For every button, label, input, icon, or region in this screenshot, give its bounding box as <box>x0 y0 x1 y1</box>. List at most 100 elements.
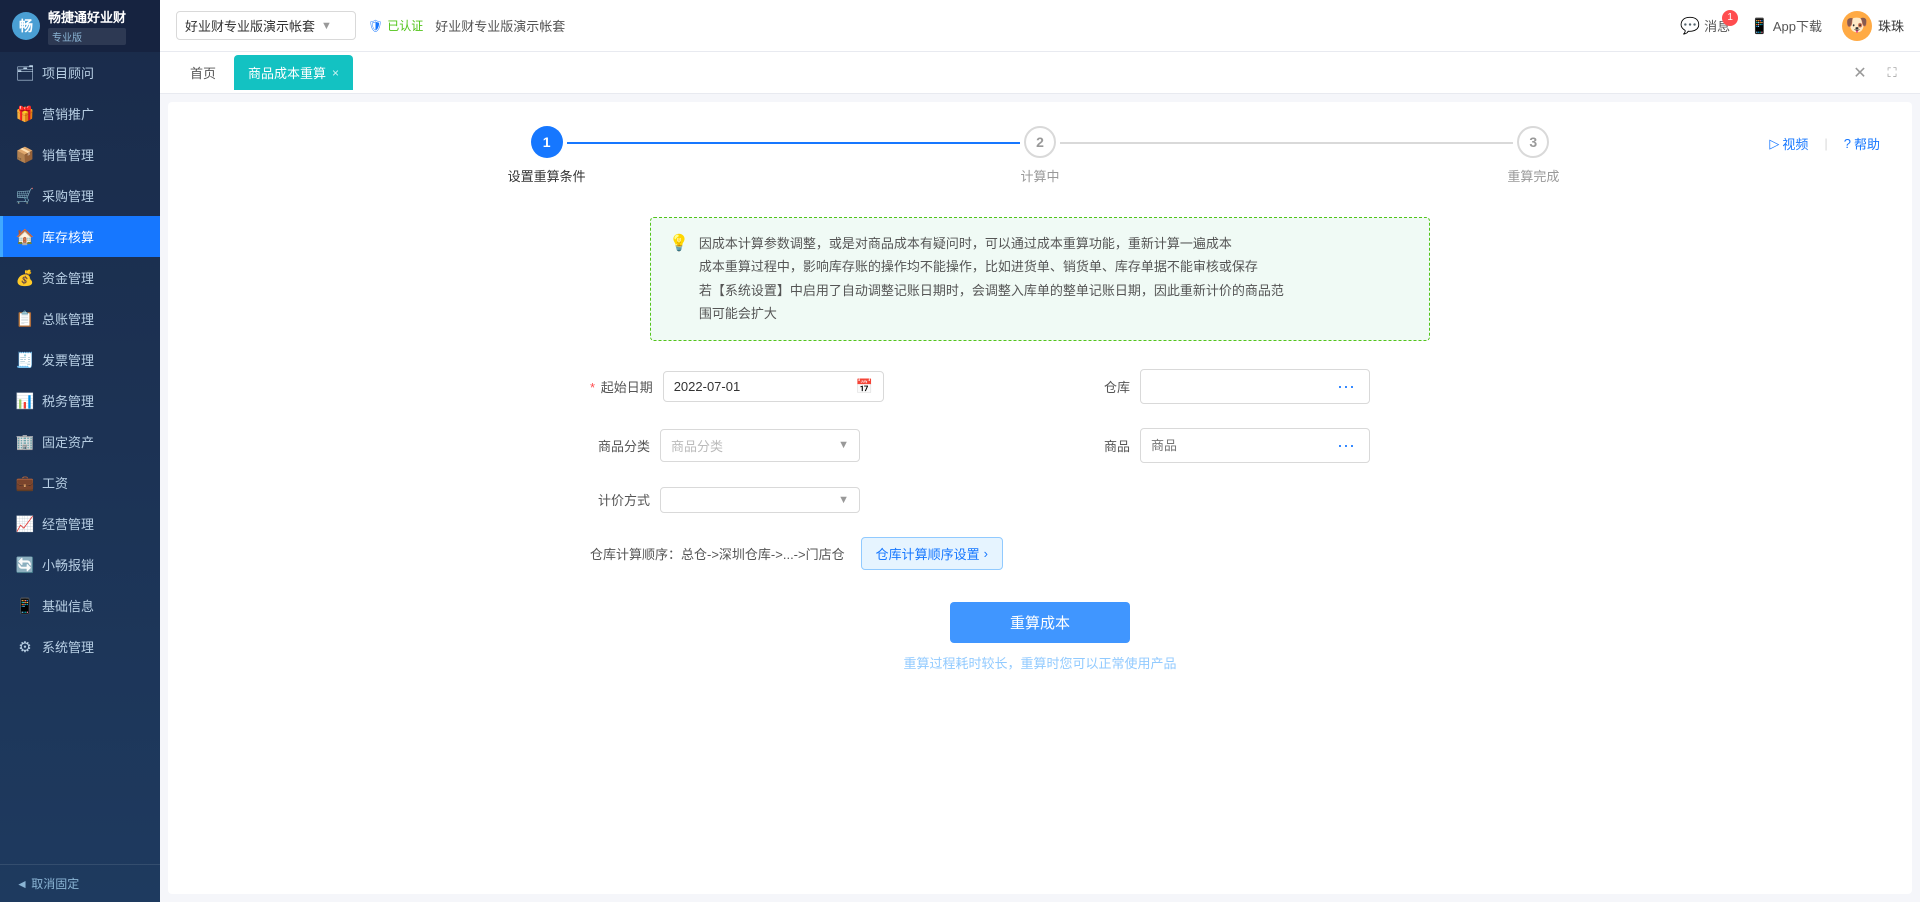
chevron-right-icon: › <box>984 546 988 561</box>
operation-icon: 📈 <box>16 515 34 533</box>
sidebar-item-system[interactable]: ⚙ 系统管理 <box>0 626 160 667</box>
sidebar-item-inventory[interactable]: 🏠 库存核算 <box>0 216 160 257</box>
goods-input[interactable] <box>1151 438 1327 453</box>
form-row-1: * 起始日期 📅 仓库 ··· <box>590 369 1490 404</box>
window-controls: ✕ ⛶ <box>1848 61 1904 85</box>
form-row-2: 商品分类 商品分类 ▼ 商品 ··· <box>590 428 1490 463</box>
goods-more-icon[interactable]: ··· <box>1333 435 1359 456</box>
sidebar-item-finance[interactable]: 💰 资金管理 <box>0 257 160 298</box>
app-download-button[interactable]: 📱 App下载 <box>1750 16 1822 35</box>
pricing-group: 计价方式 ▼ <box>590 487 1010 513</box>
calendar-icon[interactable]: 📅 <box>856 378 873 395</box>
tax-icon: 📊 <box>16 392 34 410</box>
category-placeholder: 商品分类 <box>671 436 723 455</box>
step-1: 1 设置重算条件 <box>300 126 793 185</box>
main-panel: 好业财专业版演示帐套 ▼ 🛡 已认证 好业财专业版演示帐套 💬 消息 1 📱 A… <box>160 0 1920 902</box>
recalc-section: 重算成本 重算过程耗时较长，重算时您可以正常使用产品 <box>590 602 1490 672</box>
sidebar-item-marketing[interactable]: 🎁 营销推广 <box>0 93 160 134</box>
play-icon: ▷ <box>1769 136 1779 152</box>
step-3: 3 重算完成 <box>1287 126 1780 185</box>
recalc-button[interactable]: 重算成本 <box>950 602 1130 643</box>
verified-badge: 🛡 已认证 <box>368 17 423 34</box>
account-dropdown-arrow: ▼ <box>321 20 332 32</box>
warehouse-order-row: 仓库计算顺序：总仓->深圳仓库->...->门店仓 仓库计算顺序设置 › <box>590 537 1490 570</box>
form-section: * 起始日期 📅 仓库 ··· <box>590 369 1490 672</box>
sidebar-item-invoice[interactable]: 🧾 发票管理 <box>0 339 160 380</box>
tabbar: 首页 商品成本重算 × ✕ ⛶ <box>160 52 1920 94</box>
sidebar-item-project[interactable]: 🗂 项目顾问 <box>0 52 160 93</box>
step-1-label: 设置重算条件 <box>508 166 586 185</box>
sidebar-item-tax[interactable]: 📊 税务管理 <box>0 380 160 421</box>
start-date-input[interactable] <box>674 379 850 394</box>
header-actions: 💬 消息 1 📱 App下载 🐶 珠珠 <box>1680 11 1904 41</box>
message-count-badge: 1 <box>1722 10 1738 26</box>
goods-input-wrapper[interactable]: ··· <box>1140 428 1370 463</box>
sidebar-unpin-button[interactable]: ◄ 取消固定 <box>0 864 160 902</box>
project-icon: 🗂 <box>16 64 34 82</box>
accounting-icon: 📋 <box>16 310 34 328</box>
category-dropdown-icon: ▼ <box>838 439 849 451</box>
category-select[interactable]: 商品分类 ▼ <box>660 429 860 462</box>
warehouse-label: 仓库 <box>1070 377 1130 396</box>
tab-home[interactable]: 首页 <box>176 55 230 90</box>
step-2-circle: 2 <box>1024 126 1056 158</box>
help-icon: ? <box>1844 136 1851 151</box>
pricing-dropdown-icon: ▼ <box>838 494 849 506</box>
video-link[interactable]: ▷ 视频 <box>1769 134 1808 153</box>
salary-icon: 💼 <box>16 474 34 492</box>
notice-text: 因成本计算参数调整，或是对商品成本有疑问时，可以通过成本重算功能，重新计算一遍成… <box>699 232 1284 326</box>
expand-window-button[interactable]: ⛶ <box>1880 61 1904 85</box>
start-date-input-wrapper[interactable]: 📅 <box>663 371 884 402</box>
system-icon: ⚙ <box>16 638 34 656</box>
account-selector[interactable]: 好业财专业版演示帐套 ▼ <box>176 11 356 40</box>
step-3-circle: 3 <box>1517 126 1549 158</box>
goods-label: 商品 <box>1070 436 1130 455</box>
message-button[interactable]: 💬 消息 1 <box>1680 16 1730 36</box>
step-1-circle: 1 <box>531 126 563 158</box>
sidebar-item-operation[interactable]: 📈 经营管理 <box>0 503 160 544</box>
header: 好业财专业版演示帐套 ▼ 🛡 已认证 好业财专业版演示帐套 💬 消息 1 📱 A… <box>160 0 1920 52</box>
goods-group: 商品 ··· <box>1070 428 1490 463</box>
sidebar-item-accounting[interactable]: 📋 总账管理 <box>0 298 160 339</box>
user-avatar-area[interactable]: 🐶 珠珠 <box>1842 11 1904 41</box>
marketing-icon: 🎁 <box>16 105 34 123</box>
close-window-button[interactable]: ✕ <box>1848 61 1872 85</box>
step-progress: 1 设置重算条件 2 计算中 3 重算完成 <box>200 126 1880 185</box>
phone-icon: 📱 <box>1750 17 1769 35</box>
start-date-group: * 起始日期 📅 <box>590 371 1010 402</box>
sidebar-item-sales[interactable]: 📦 销售管理 <box>0 134 160 175</box>
expense-icon: 🔄 <box>16 556 34 574</box>
warehouse-group: 仓库 ··· <box>1070 369 1490 404</box>
category-group: 商品分类 商品分类 ▼ <box>590 429 1010 462</box>
warehouse-order-settings-button[interactable]: 仓库计算顺序设置 › <box>861 537 1003 570</box>
warehouse-input-wrapper[interactable]: ··· <box>1140 369 1370 404</box>
steps-actions: ▷ 视频 | ? 帮助 <box>1769 134 1880 153</box>
warehouse-input[interactable] <box>1151 379 1327 394</box>
step-2-label: 计算中 <box>1020 166 1059 185</box>
sidebar-item-purchase[interactable]: 🛒 采购管理 <box>0 175 160 216</box>
pricing-select[interactable]: ▼ <box>660 487 860 513</box>
recalc-hint: 重算过程耗时较长，重算时您可以正常使用产品 <box>903 653 1176 672</box>
tab-close-icon[interactable]: × <box>332 67 339 79</box>
sidebar-item-asset[interactable]: 🏢 固定资产 <box>0 421 160 462</box>
avatar: 🐶 <box>1842 11 1872 41</box>
inventory-icon: 🏠 <box>16 228 34 246</box>
tab-recalc[interactable]: 商品成本重算 × <box>234 55 353 90</box>
start-date-label: * 起始日期 <box>590 377 653 396</box>
help-link[interactable]: ? 帮助 <box>1844 134 1880 153</box>
sidebar-item-salary[interactable]: 💼 工资 <box>0 462 160 503</box>
category-label: 商品分类 <box>590 436 650 455</box>
warehouse-order-label: 仓库计算顺序：总仓->深圳仓库->...->门店仓 <box>590 544 845 563</box>
page-content: 1 设置重算条件 2 计算中 3 重算完成 <box>168 102 1912 894</box>
purchase-icon: 🛒 <box>16 187 34 205</box>
account-name: 好业财专业版演示帐套 <box>185 16 315 35</box>
sidebar-item-expense[interactable]: 🔄 小畅报销 <box>0 544 160 585</box>
pricing-label: 计价方式 <box>590 490 650 509</box>
sidebar-item-basic[interactable]: 📱 基础信息 <box>0 585 160 626</box>
finance-icon: 💰 <box>16 269 34 287</box>
notice-icon: 💡 <box>669 233 689 253</box>
warehouse-more-icon[interactable]: ··· <box>1333 376 1359 397</box>
step-3-label: 重算完成 <box>1507 166 1559 185</box>
invoice-icon: 🧾 <box>16 351 34 369</box>
app-logo-text: 畅捷通好业财 专业版 <box>48 7 126 45</box>
